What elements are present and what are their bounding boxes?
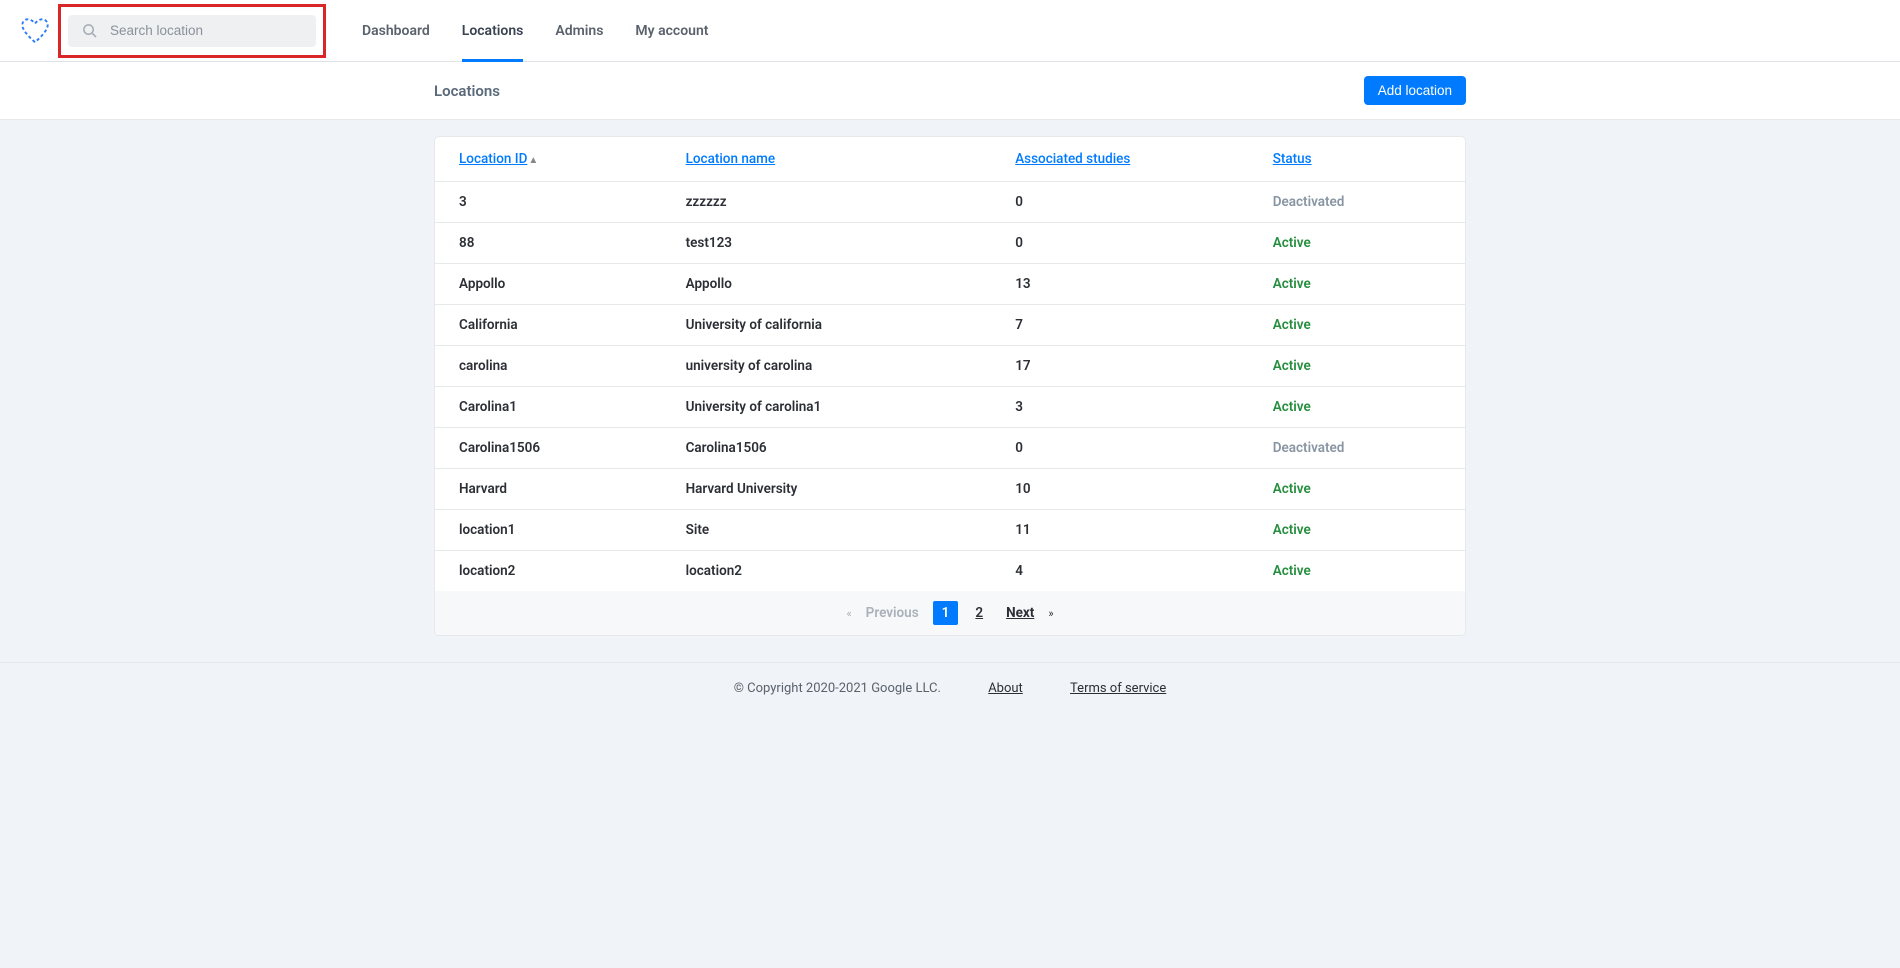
cell-assoc: 10	[991, 469, 1249, 510]
status-badge: Active	[1273, 235, 1311, 251]
cell-id: 3	[435, 182, 662, 223]
nav-locations[interactable]: Locations	[446, 0, 540, 61]
nav-my-account[interactable]: My account	[619, 0, 724, 61]
footer-copyright: © Copyright 2020-2021 Google LLC.	[734, 681, 941, 696]
add-location-button[interactable]: Add location	[1364, 76, 1466, 105]
table-row[interactable]: AppolloAppollo13Active	[435, 264, 1465, 305]
search-icon	[82, 23, 97, 38]
status-badge: Deactivated	[1273, 440, 1345, 456]
cell-status: Deactivated	[1249, 428, 1465, 469]
status-badge: Active	[1273, 399, 1311, 415]
col-header-id[interactable]: Location ID	[459, 151, 527, 167]
main-nav: Dashboard Locations Admins My account	[346, 0, 724, 61]
pagination: « Previous 1 2 Next »	[435, 591, 1465, 635]
cell-status: Active	[1249, 264, 1465, 305]
pagination-page-1[interactable]: 1	[933, 601, 959, 625]
cell-id: location1	[435, 510, 662, 551]
nav-dashboard[interactable]: Dashboard	[346, 0, 446, 61]
col-header-assoc[interactable]: Associated studies	[1015, 151, 1130, 167]
table-row[interactable]: Carolina1506Carolina15060Deactivated	[435, 428, 1465, 469]
cell-status: Active	[1249, 346, 1465, 387]
table-row[interactable]: carolinauniversity of carolina17 Active	[435, 346, 1465, 387]
cell-name: University of california	[662, 305, 992, 346]
cell-status: Active	[1249, 223, 1465, 264]
logo-heart-icon	[20, 17, 50, 45]
col-header-status[interactable]: Status	[1273, 151, 1312, 167]
cell-id: 88	[435, 223, 662, 264]
status-badge: Deactivated	[1273, 194, 1345, 210]
cell-assoc: 13	[991, 264, 1249, 305]
nav-admins[interactable]: Admins	[539, 0, 619, 61]
cell-id: Carolina1506	[435, 428, 662, 469]
table-row[interactable]: 88test1230 Active	[435, 223, 1465, 264]
cell-status: Active	[1249, 387, 1465, 428]
table-row[interactable]: HarvardHarvard University10 Active	[435, 469, 1465, 510]
cell-id: Appollo	[435, 264, 662, 305]
cell-name: Appollo	[662, 264, 992, 305]
table-header-row: Location ID▲ Location name Associated st…	[435, 137, 1465, 182]
table-row[interactable]: location1Site11 Active	[435, 510, 1465, 551]
status-badge: Active	[1273, 317, 1311, 333]
table-row[interactable]: 3zzzzzz0 Deactivated	[435, 182, 1465, 223]
sort-caret-icon: ▲	[528, 155, 538, 166]
cell-status: Active	[1249, 469, 1465, 510]
cell-assoc: 7	[991, 305, 1249, 346]
status-badge: Active	[1273, 522, 1311, 538]
cell-assoc: 3	[991, 387, 1249, 428]
cell-name: location2	[662, 551, 992, 592]
cell-name: Harvard University	[662, 469, 992, 510]
cell-name: test123	[662, 223, 992, 264]
cell-id: location2	[435, 551, 662, 592]
cell-assoc: 0	[991, 223, 1249, 264]
pagination-next-arrow-icon: »	[1048, 607, 1053, 620]
search-wrap	[68, 15, 316, 47]
cell-assoc: 0	[991, 182, 1249, 223]
subheader: Locations Add location	[0, 62, 1900, 120]
content: Location ID▲ Location name Associated st…	[430, 136, 1470, 636]
footer: © Copyright 2020-2021 Google LLC. About …	[0, 662, 1900, 714]
page-title: Locations	[434, 82, 500, 100]
cell-name: zzzzzz	[662, 182, 992, 223]
table-row[interactable]: location2location24Active	[435, 551, 1465, 592]
pagination-previous: Previous	[860, 601, 925, 625]
cell-name: Carolina1506	[662, 428, 992, 469]
cell-assoc: 17	[991, 346, 1249, 387]
status-badge: Active	[1273, 276, 1311, 292]
pagination-next[interactable]: Next	[1000, 601, 1040, 625]
cell-status: Active	[1249, 510, 1465, 551]
cell-status: Active	[1249, 305, 1465, 346]
cell-name: university of carolina	[662, 346, 992, 387]
locations-table-card: Location ID▲ Location name Associated st…	[434, 136, 1466, 636]
cell-assoc: 0	[991, 428, 1249, 469]
status-badge: Active	[1273, 563, 1311, 579]
footer-terms-link[interactable]: Terms of service	[1070, 681, 1166, 696]
status-badge: Active	[1273, 358, 1311, 374]
search-input[interactable]	[68, 15, 316, 47]
cell-status: Active	[1249, 551, 1465, 592]
cell-id: California	[435, 305, 662, 346]
cell-name: University of carolina1	[662, 387, 992, 428]
footer-about-link[interactable]: About	[988, 681, 1023, 696]
cell-assoc: 4	[991, 551, 1249, 592]
cell-id: Carolina1	[435, 387, 662, 428]
cell-id: carolina	[435, 346, 662, 387]
cell-id: Harvard	[435, 469, 662, 510]
table-row[interactable]: CaliforniaUniversity of california7 Activ…	[435, 305, 1465, 346]
cell-status: Deactivated	[1249, 182, 1465, 223]
cell-assoc: 11	[991, 510, 1249, 551]
table-row[interactable]: Carolina1University of carolina13 Active	[435, 387, 1465, 428]
col-header-name[interactable]: Location name	[686, 151, 776, 167]
pagination-prev-arrow-icon: «	[847, 607, 852, 620]
pagination-page-2[interactable]: 2	[966, 601, 992, 625]
status-badge: Active	[1273, 481, 1311, 497]
cell-name: Site	[662, 510, 992, 551]
locations-table: Location ID▲ Location name Associated st…	[435, 137, 1465, 591]
header: Dashboard Locations Admins My account	[0, 0, 1900, 62]
